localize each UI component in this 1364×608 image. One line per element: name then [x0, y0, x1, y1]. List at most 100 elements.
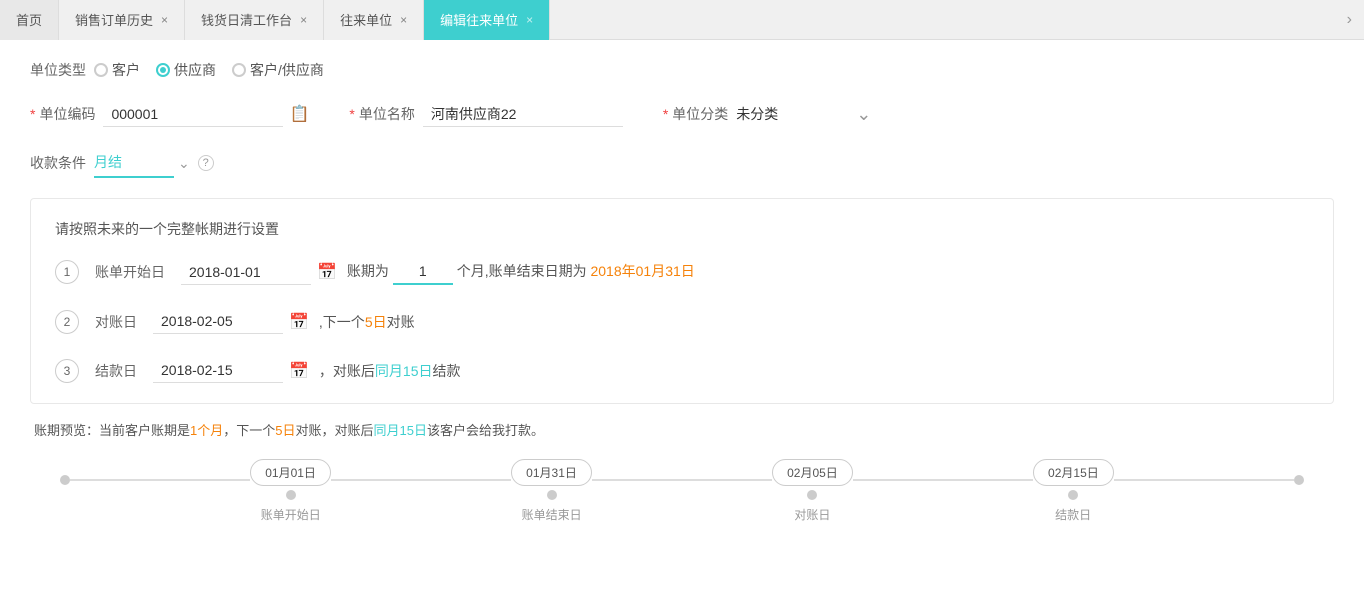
period-label-1: 账单开始日	[95, 262, 165, 282]
timeline-line-4	[853, 479, 1033, 481]
unit-name-input[interactable]	[423, 102, 623, 127]
timeline-start-dot	[60, 475, 70, 485]
required-star-cat: *	[663, 106, 668, 122]
timeline-end-dot	[1294, 475, 1304, 485]
tab-partners[interactable]: 往来单位 ×	[324, 0, 424, 40]
timeline-badges-row: 01月01日 01月31日 02月05日 02月15日	[40, 459, 1324, 500]
radio-circle-supplier	[156, 63, 170, 77]
preview-highlight1: 1个月	[190, 423, 223, 438]
timeline-label-wrap-4: 结款日	[1033, 506, 1113, 523]
period-row-3: 3 结款日 📅 ，对账后同月15日结款	[55, 358, 1309, 383]
radio-supplier[interactable]: 供应商	[156, 60, 216, 80]
payment-terms-row: 收款条件 月结 ⌄ ?	[30, 148, 1334, 178]
preview-highlight2: 5日	[275, 423, 295, 438]
required-star-code: *	[30, 106, 35, 122]
tab-bar: 首页 销售订单历史 × 钱货日清工作台 × 往来单位 × 编辑往来单位 × ›	[0, 0, 1364, 40]
timeline-line-5	[1114, 479, 1294, 481]
period-label-2: 对账日	[95, 312, 137, 332]
unit-code-icon[interactable]: 📋	[289, 104, 309, 124]
period-row-1: 1 账单开始日 📅 账期为 个月,账单结束日期为 2018年01月31日	[55, 259, 1309, 285]
unit-type-radio-group: 客户 供应商 客户/供应商	[94, 60, 324, 80]
timeline-label-2: 账单结束日	[522, 506, 582, 523]
period-label-3: 结款日	[95, 361, 137, 381]
timeline-node-3: 02月05日	[772, 459, 853, 500]
timeline-node-1: 01月01日	[250, 459, 331, 500]
category-select[interactable]: 未分类 ⌄	[736, 100, 871, 128]
radio-both[interactable]: 客户/供应商	[232, 60, 324, 80]
unit-category-label: 单位分类	[672, 104, 728, 124]
unit-type-label: 单位类型	[30, 60, 86, 80]
category-value: 未分类	[736, 100, 856, 128]
timeline-line-3	[592, 479, 772, 481]
unit-name-label: 单位名称	[359, 104, 415, 124]
payment-terms-select[interactable]: 月结 ⌄	[94, 148, 190, 178]
timeline-label-wrap-1: 账单开始日	[251, 506, 331, 523]
tab-edit-partner[interactable]: 编辑往来单位 ×	[424, 0, 550, 40]
period-end-date-highlight: 2018年01月31日	[590, 263, 694, 279]
calendar-icon-1[interactable]: 📅	[317, 262, 337, 282]
timeline-line-1	[70, 479, 250, 481]
timeline-label-wrap-2: 账单结束日	[512, 506, 592, 523]
period-row2-highlight: 5日	[365, 314, 387, 330]
period-desc-3: ，对账后同月15日结款	[319, 361, 461, 381]
period-date-input-1[interactable]	[181, 260, 311, 285]
payment-terms-arrow[interactable]: ⌄	[178, 155, 190, 172]
timeline-badge-3: 02月05日	[772, 459, 853, 486]
period-date-input-3[interactable]	[153, 358, 283, 383]
radio-customer[interactable]: 客户	[94, 60, 140, 80]
unit-code-input[interactable]	[103, 102, 283, 127]
required-star-name: *	[349, 106, 354, 122]
period-desc-2: ,下一个5日对账	[319, 312, 415, 332]
period-date-input-2[interactable]	[153, 309, 283, 334]
period-months-input[interactable]	[393, 259, 453, 285]
category-dropdown-arrow[interactable]: ⌄	[856, 104, 871, 125]
payment-terms-label: 收款条件	[30, 153, 86, 173]
timeline-line-2	[331, 479, 511, 481]
timeline-labels-row: 账单开始日 账单结束日 对账日 结款日	[40, 500, 1324, 523]
period-config-title: 请按照未来的一个完整帐期进行设置	[55, 219, 1309, 239]
unit-info-row: * 单位编码 📋 * 单位名称 * 单位分类 未分类 ⌄	[30, 100, 1334, 128]
timeline-label-1: 账单开始日	[261, 506, 321, 523]
calendar-icon-2[interactable]: 📅	[289, 312, 309, 332]
preview-highlight3: 同月15日	[374, 423, 427, 438]
timeline-dot-1	[286, 490, 296, 500]
tab-home[interactable]: 首页	[0, 0, 59, 40]
period-num-2: 2	[55, 310, 79, 334]
timeline-badge-2: 01月31日	[511, 459, 592, 486]
period-row3-highlight: 同月15日	[375, 363, 433, 379]
period-num-1: 1	[55, 260, 79, 284]
timeline-dot-3	[807, 490, 817, 500]
tab-cashflow[interactable]: 钱货日清工作台 ×	[185, 0, 324, 40]
period-desc-1: 账期为 个月,账单结束日期为 2018年01月31日	[347, 259, 695, 285]
tab-close-edit[interactable]: ×	[526, 13, 533, 27]
tab-sales-history[interactable]: 销售订单历史 ×	[59, 0, 185, 40]
unit-code-label: 单位编码	[39, 104, 95, 124]
unit-code-group: * 单位编码 📋	[30, 102, 309, 127]
timeline-dot-4	[1068, 490, 1078, 500]
timeline-node-4: 02月15日	[1033, 459, 1114, 500]
calendar-icon-3[interactable]: 📅	[289, 361, 309, 381]
timeline-badge-1: 01月01日	[250, 459, 331, 486]
timeline-node-2: 01月31日	[511, 459, 592, 500]
unit-name-group: * 单位名称	[349, 102, 622, 127]
radio-circle-customer	[94, 63, 108, 77]
help-icon[interactable]: ?	[198, 155, 214, 171]
tab-close-partners[interactable]: ×	[400, 13, 407, 27]
main-content: 单位类型 客户 供应商 客户/供应商 * 单位编码 📋 * 单位名称	[0, 40, 1364, 608]
timeline-label-wrap-3: 对账日	[772, 506, 852, 523]
radio-circle-both	[232, 63, 246, 77]
timeline-label-3: 对账日	[794, 506, 830, 523]
timeline-badge-4: 02月15日	[1033, 459, 1114, 486]
period-num-3: 3	[55, 359, 79, 383]
tab-close-cashflow[interactable]: ×	[300, 13, 307, 27]
unit-type-row: 单位类型 客户 供应商 客户/供应商	[30, 60, 1334, 80]
timeline-dot-2	[547, 490, 557, 500]
tab-more-button[interactable]: ›	[1335, 0, 1364, 40]
period-config-box: 请按照未来的一个完整帐期进行设置 1 账单开始日 📅 账期为 个月,账单结束日期…	[30, 198, 1334, 404]
tab-close-sales[interactable]: ×	[161, 13, 168, 27]
timeline-label-4: 结款日	[1055, 506, 1091, 523]
period-preview-text: 账期预览：当前客户账期是1个月，下一个5日对账，对账后同月15日该客户会给我打款…	[30, 420, 1334, 439]
payment-terms-value: 月结	[94, 148, 174, 178]
period-row-2: 2 对账日 📅 ,下一个5日对账	[55, 309, 1309, 334]
unit-category-group: * 单位分类 未分类 ⌄	[663, 100, 872, 128]
